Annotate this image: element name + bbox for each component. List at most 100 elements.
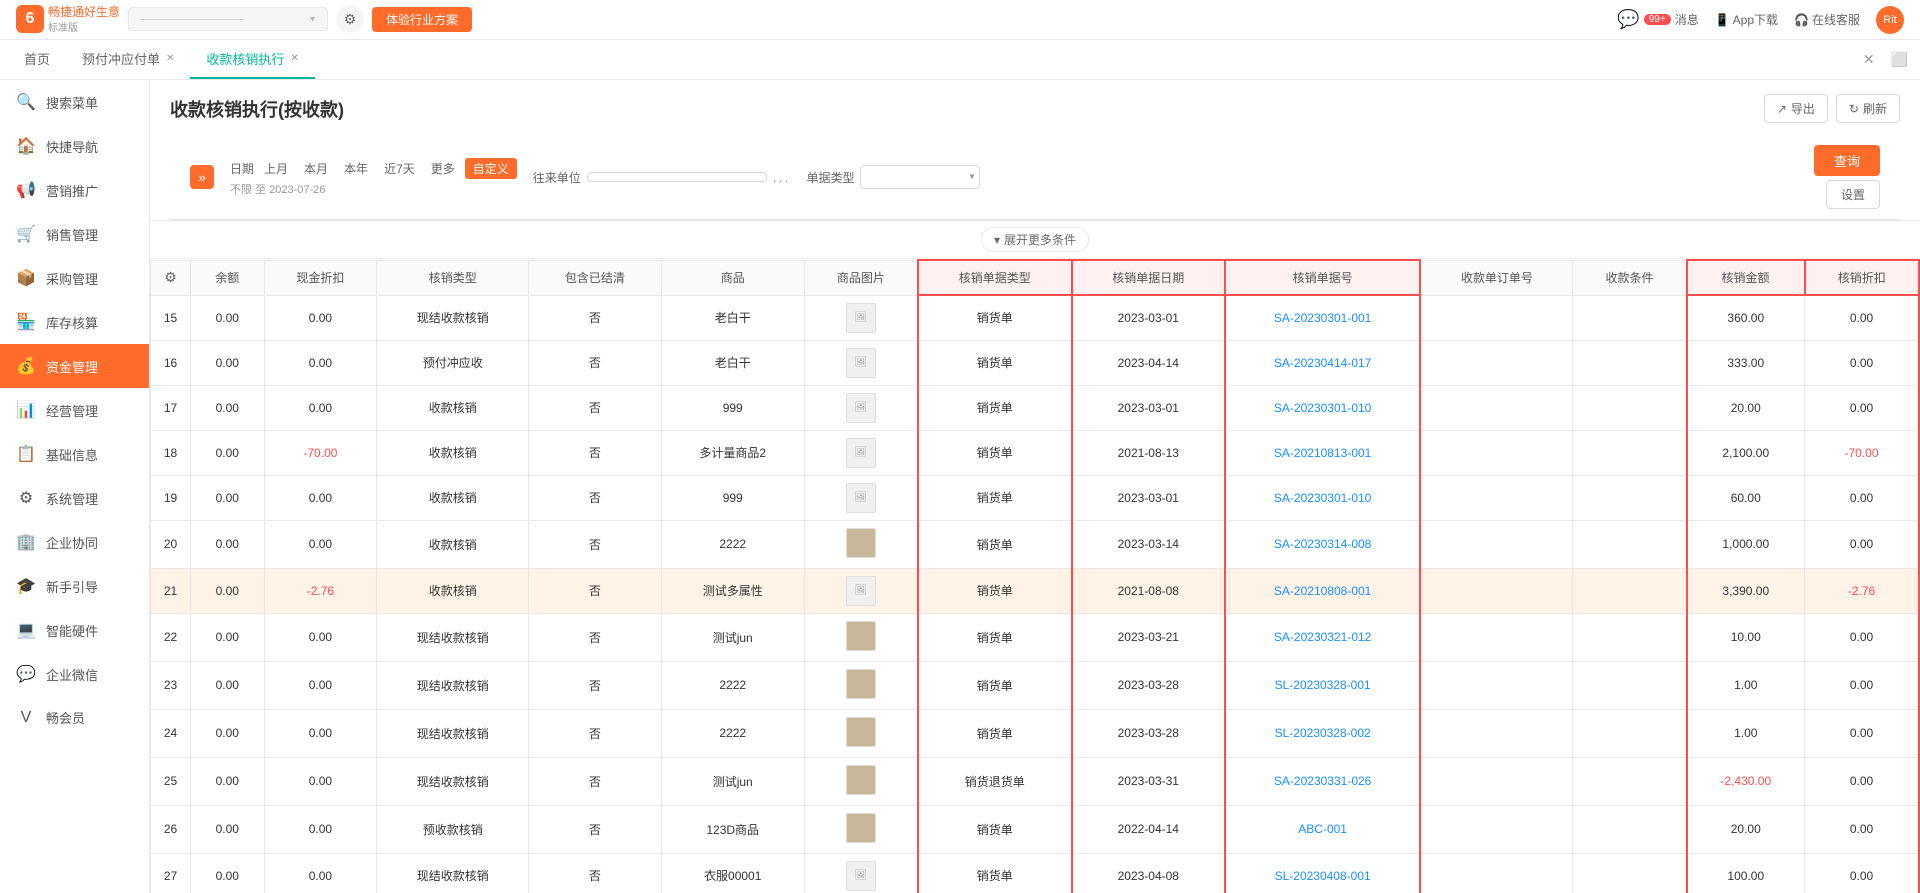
close-window-button[interactable]: ✕	[1859, 49, 1879, 70]
cell-verify-type: 现结收款核销	[377, 853, 529, 893]
date-custom[interactable]: 自定义	[465, 158, 517, 179]
cell-receipt-condition	[1573, 613, 1687, 661]
table-body: 15 0.00 0.00 现结收款核销 否 老白干 🖼 销货单 2023-03-…	[151, 295, 1920, 893]
verify-no-link[interactable]: SA-20230301-010	[1274, 491, 1371, 505]
sidebar-item-basic[interactable]: 📋 基础信息	[0, 432, 149, 476]
date-last-month[interactable]: 上月	[258, 158, 294, 179]
cell-verify-type: 收款核销	[377, 430, 529, 475]
cell-verify-voucher-type: 销货单	[918, 853, 1072, 893]
tab-prepay-close[interactable]: ✕	[166, 53, 174, 64]
table-row: 27 0.00 0.00 现结收款核销 否 衣服00001 🖼 销货单 2023…	[151, 853, 1920, 893]
tab-receipt-close[interactable]: ✕	[290, 53, 298, 64]
sidebar-item-operation[interactable]: 📊 经营管理	[0, 388, 149, 432]
user-avatar[interactable]: Rit	[1876, 6, 1904, 34]
table-row: 23 0.00 0.00 现结收款核销 否 2222 销货单 2023-03-2…	[151, 661, 1920, 709]
sidebar-item-sales[interactable]: 🛒 销售管理	[0, 212, 149, 256]
notification-area[interactable]: 💬 99+ 消息	[1617, 9, 1698, 30]
company-icon: 🏢	[16, 532, 36, 552]
column-settings-icon[interactable]: ⚙	[164, 269, 177, 285]
sidebar-item-marketing[interactable]: 📢 营销推广	[0, 168, 149, 212]
cell-verify-date: 2023-03-01	[1072, 475, 1226, 520]
verify-no-link[interactable]: SA-20230301-001	[1274, 311, 1371, 325]
query-button[interactable]: 查询	[1814, 145, 1880, 176]
cell-verify-voucher-type: 销货单	[918, 805, 1072, 853]
cell-verify-date: 2023-03-14	[1072, 520, 1226, 568]
product-thumbnail	[846, 528, 876, 558]
date-this-month[interactable]: 本月	[298, 158, 334, 179]
marketing-icon: 📢	[16, 180, 36, 200]
export-icon: ↗	[1777, 102, 1787, 116]
cell-receipt-condition	[1573, 709, 1687, 757]
expand-conditions-button[interactable]: ▾ 展开更多条件	[981, 227, 1089, 252]
voucher-type-select[interactable]	[860, 165, 980, 189]
sidebar-item-finance[interactable]: 💰 资金管理	[0, 344, 149, 388]
sidebar-item-quick-nav[interactable]: 🏠 快捷导航	[0, 124, 149, 168]
cell-id: 21	[151, 568, 191, 613]
sidebar-item-system[interactable]: ⚙ 系统管理	[0, 476, 149, 520]
cell-balance: 0.00	[191, 568, 265, 613]
sidebar-label-quick-nav: 快捷导航	[46, 137, 98, 156]
tab-home-label: 首页	[24, 49, 50, 68]
sidebar-item-purchase[interactable]: 📦 采购管理	[0, 256, 149, 300]
verify-no-link[interactable]: SA-20230414-017	[1274, 356, 1371, 370]
cell-verify-amount: 333.00	[1687, 340, 1805, 385]
verify-no-link[interactable]: SA-20210813-001	[1274, 446, 1371, 460]
date-this-year[interactable]: 本年	[338, 158, 374, 179]
product-thumbnail	[846, 813, 876, 843]
page-title-row: 收款核销执行(按收款) ↗ 导出 ↻ 刷新	[170, 94, 1900, 123]
trial-button[interactable]: 体验行业方案	[372, 7, 472, 32]
online-service[interactable]: 🎧 在线客服	[1794, 11, 1860, 28]
gear-button[interactable]: ⚙	[336, 5, 364, 33]
sidebar-item-inventory[interactable]: 🏪 库存核算	[0, 300, 149, 344]
refresh-button[interactable]: ↻ 刷新	[1836, 94, 1900, 123]
cell-verify-no: SL-20230328-002	[1225, 709, 1420, 757]
cell-verify-no: ABC-001	[1225, 805, 1420, 853]
verify-no-link[interactable]: SA-20230314-008	[1274, 537, 1371, 551]
verify-no-link[interactable]: SA-20230321-012	[1274, 630, 1371, 644]
sales-icon: 🛒	[16, 224, 36, 244]
guide-icon: 🎓	[16, 576, 36, 596]
cell-verify-no: SA-20230331-026	[1225, 757, 1420, 805]
verify-no-link[interactable]: SL-20230408-001	[1275, 869, 1371, 883]
cell-balance: 0.00	[191, 661, 265, 709]
verify-no-link[interactable]: SL-20230328-002	[1275, 726, 1371, 740]
sidebar-item-search[interactable]: 🔍 搜索菜单	[0, 80, 149, 124]
maximize-window-button[interactable]: ⬜	[1887, 49, 1912, 70]
cell-receipt-order-no	[1420, 757, 1573, 805]
export-button[interactable]: ↗ 导出	[1764, 94, 1828, 123]
sidebar-item-wechat[interactable]: 💬 企业微信	[0, 652, 149, 696]
page-title: 收款核销执行(按收款)	[170, 96, 344, 122]
tab-home[interactable]: 首页	[8, 41, 66, 79]
verify-no-link[interactable]: SA-20210808-001	[1274, 584, 1371, 598]
date-7days[interactable]: 近7天	[378, 158, 421, 179]
cell-id: 20	[151, 520, 191, 568]
cell-balance: 0.00	[191, 805, 265, 853]
verify-no-link[interactable]: SL-20230328-001	[1275, 678, 1371, 692]
filter-arrow-button[interactable]: »	[190, 165, 214, 189]
cell-product-img: 🖼	[804, 568, 918, 613]
sidebar-item-company[interactable]: 🏢 企业协同	[0, 520, 149, 564]
tab-prepay[interactable]: 预付冲应付单 ✕	[66, 41, 190, 79]
sidebar-item-guide[interactable]: 🎓 新手引导	[0, 564, 149, 608]
app-download[interactable]: 📱 App下载	[1715, 11, 1778, 28]
sidebar-item-hardware[interactable]: 💻 智能硬件	[0, 608, 149, 652]
settings-button[interactable]: 设置	[1826, 180, 1880, 209]
cell-verify-amount: 20.00	[1687, 385, 1805, 430]
cell-receipt-condition	[1573, 568, 1687, 613]
verify-no-link[interactable]: ABC-001	[1298, 822, 1347, 836]
tab-receipt[interactable]: 收款核销执行 ✕	[190, 41, 314, 79]
date-more[interactable]: 更多	[425, 158, 461, 179]
cell-product-img: 🖼	[804, 385, 918, 430]
cell-include-settled: 否	[529, 709, 661, 757]
cell-id: 24	[151, 709, 191, 757]
sidebar-label-system: 系统管理	[46, 489, 98, 508]
voucher-type-label: 单据类型	[806, 169, 854, 186]
sidebar-label-hardware: 智能硬件	[46, 621, 98, 640]
sidebar-item-member[interactable]: V 畅会员	[0, 696, 149, 739]
table-row: 16 0.00 0.00 预付冲应收 否 老白干 🖼 销货单 2023-04-1…	[151, 340, 1920, 385]
verify-no-link[interactable]: SA-20230331-026	[1274, 774, 1371, 788]
verify-no-link[interactable]: SA-20230301-010	[1274, 401, 1371, 415]
cell-receipt-condition	[1573, 757, 1687, 805]
cell-cash-discount: 0.00	[264, 661, 377, 709]
counterpart-input[interactable]	[587, 172, 767, 182]
